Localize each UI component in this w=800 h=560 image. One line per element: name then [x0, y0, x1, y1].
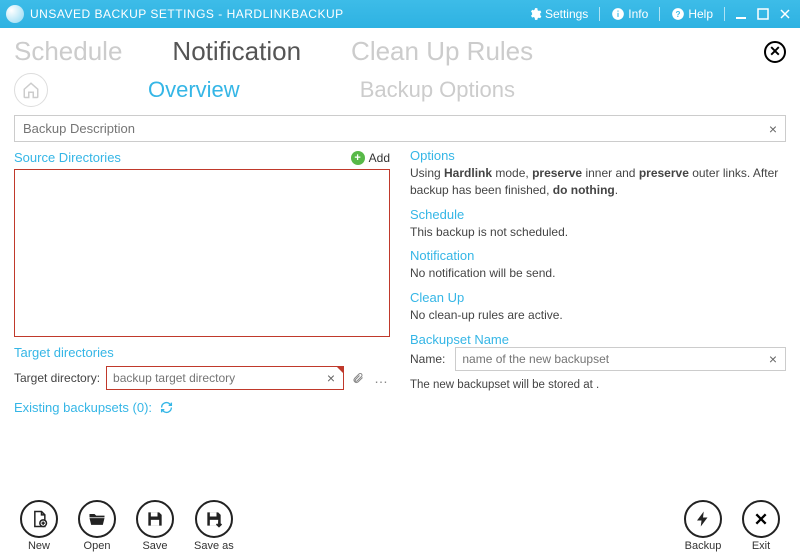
backupset-name-input[interactable]: [456, 348, 761, 370]
info-menu[interactable]: Info: [607, 7, 652, 21]
open-button[interactable]: Open: [78, 500, 116, 552]
clear-description-button[interactable]: ×: [761, 121, 785, 137]
bottom-right-group: Backup Exit: [684, 500, 780, 552]
info-icon: [611, 7, 625, 21]
source-title: Source Directories: [14, 150, 121, 165]
home-button[interactable]: [14, 73, 48, 107]
separator: [599, 7, 600, 21]
close-icon: [753, 511, 769, 527]
backup-button[interactable]: Backup: [684, 500, 722, 552]
cleanup-title: Clean Up: [410, 290, 786, 305]
save-button[interactable]: Save: [136, 500, 174, 552]
window-title: UNSAVED BACKUP SETTINGS - HARDLINKBACKUP: [30, 7, 524, 21]
name-label: Name:: [410, 352, 445, 366]
main-body: Source Directories + Add Target director…: [0, 142, 800, 415]
browse-target-button[interactable]: …: [372, 370, 390, 386]
lightning-icon: [694, 510, 712, 528]
add-label: Add: [369, 151, 390, 165]
save-as-label: Save as: [194, 540, 234, 552]
subtab-overview[interactable]: Overview: [148, 77, 240, 103]
titlebar-menu: Settings Info ? Help: [524, 6, 794, 22]
close-window-button[interactable]: [776, 6, 794, 22]
tab-schedule[interactable]: Schedule: [14, 36, 122, 67]
subtab-backup-options[interactable]: Backup Options: [360, 77, 515, 103]
ellipsis-icon: …: [374, 370, 388, 386]
cleanup-text: No clean-up rules are active.: [410, 305, 786, 332]
target-title: Target directories: [14, 345, 114, 360]
settings-menu[interactable]: Settings: [524, 7, 592, 21]
notification-title: Notification: [410, 248, 786, 263]
schedule-text: This backup is not scheduled.: [410, 222, 786, 249]
folder-open-icon: [87, 509, 107, 529]
attach-button[interactable]: [350, 370, 366, 386]
info-label: Info: [628, 7, 648, 21]
close-panel-button[interactable]: ✕: [764, 41, 786, 63]
plus-icon: +: [351, 151, 365, 165]
target-row: Target directory: × …: [14, 366, 390, 390]
separator: [724, 7, 725, 21]
options-text: Using Hardlink mode, preserve inner and …: [410, 163, 786, 207]
bottom-toolbar: New Open Save Save as Backup Exit: [0, 500, 800, 552]
close-icon: ×: [769, 121, 777, 137]
target-directory-input[interactable]: [107, 367, 319, 389]
name-input-wrap: ×: [455, 347, 786, 371]
close-icon: ×: [769, 351, 777, 367]
primary-tabs: Schedule Notification Clean Up Rules ✕: [0, 28, 800, 67]
exit-button[interactable]: Exit: [742, 500, 780, 552]
source-header: Source Directories + Add: [14, 148, 390, 167]
tab-cleanup[interactable]: Clean Up Rules: [351, 36, 533, 67]
svg-text:?: ?: [676, 10, 681, 19]
notification-text: No notification will be send.: [410, 263, 786, 290]
help-label: Help: [688, 7, 713, 21]
options-title: Options: [410, 148, 786, 163]
exit-label: Exit: [752, 540, 770, 552]
left-panel: Source Directories + Add Target director…: [14, 148, 390, 415]
clear-name-button[interactable]: ×: [761, 351, 785, 367]
stored-at-text: The new backupset will be stored at .: [410, 371, 786, 391]
close-icon: ✕: [769, 43, 781, 60]
secondary-tabs: Overview Backup Options: [0, 67, 800, 115]
description-row: ×: [0, 115, 800, 142]
new-label: New: [28, 540, 50, 552]
save-icon: [145, 509, 165, 529]
refresh-icon: [160, 401, 173, 414]
existing-label: Existing backupsets (0):: [14, 400, 152, 415]
refresh-button[interactable]: [160, 401, 173, 414]
minimize-button[interactable]: [732, 6, 750, 22]
right-panel: Options Using Hardlink mode, preserve in…: [410, 148, 786, 415]
validation-marker: [336, 366, 344, 374]
source-directories-list[interactable]: [14, 169, 390, 337]
new-button[interactable]: New: [20, 500, 58, 552]
new-file-icon: [29, 509, 49, 529]
backup-label: Backup: [685, 540, 722, 552]
bottom-left-group: New Open Save Save as: [20, 500, 234, 552]
target-label: Target directory:: [14, 371, 100, 385]
gear-icon: [528, 7, 542, 21]
target-input-wrap: ×: [106, 366, 344, 390]
target-header: Target directories: [14, 343, 390, 362]
backupset-title: Backupset Name: [410, 332, 786, 347]
close-icon: ×: [327, 370, 335, 386]
save-as-button[interactable]: Save as: [194, 500, 234, 552]
titlebar: UNSAVED BACKUP SETTINGS - HARDLINKBACKUP…: [0, 0, 800, 28]
home-icon: [22, 81, 40, 99]
schedule-title: Schedule: [410, 207, 786, 222]
backupset-name-row: Name: ×: [410, 347, 786, 371]
existing-backupsets-row: Existing backupsets (0):: [14, 400, 390, 415]
app-icon: [6, 5, 24, 23]
separator: [659, 7, 660, 21]
settings-label: Settings: [545, 7, 588, 21]
description-input[interactable]: [15, 116, 761, 141]
open-label: Open: [84, 540, 111, 552]
tab-notification[interactable]: Notification: [172, 36, 301, 67]
description-input-wrap: ×: [14, 115, 786, 142]
save-label: Save: [142, 540, 167, 552]
maximize-button[interactable]: [754, 6, 772, 22]
paperclip-icon: [352, 370, 364, 386]
save-as-icon: [204, 509, 224, 529]
help-menu[interactable]: ? Help: [667, 7, 717, 21]
help-icon: ?: [671, 7, 685, 21]
add-source-button[interactable]: + Add: [351, 151, 390, 165]
